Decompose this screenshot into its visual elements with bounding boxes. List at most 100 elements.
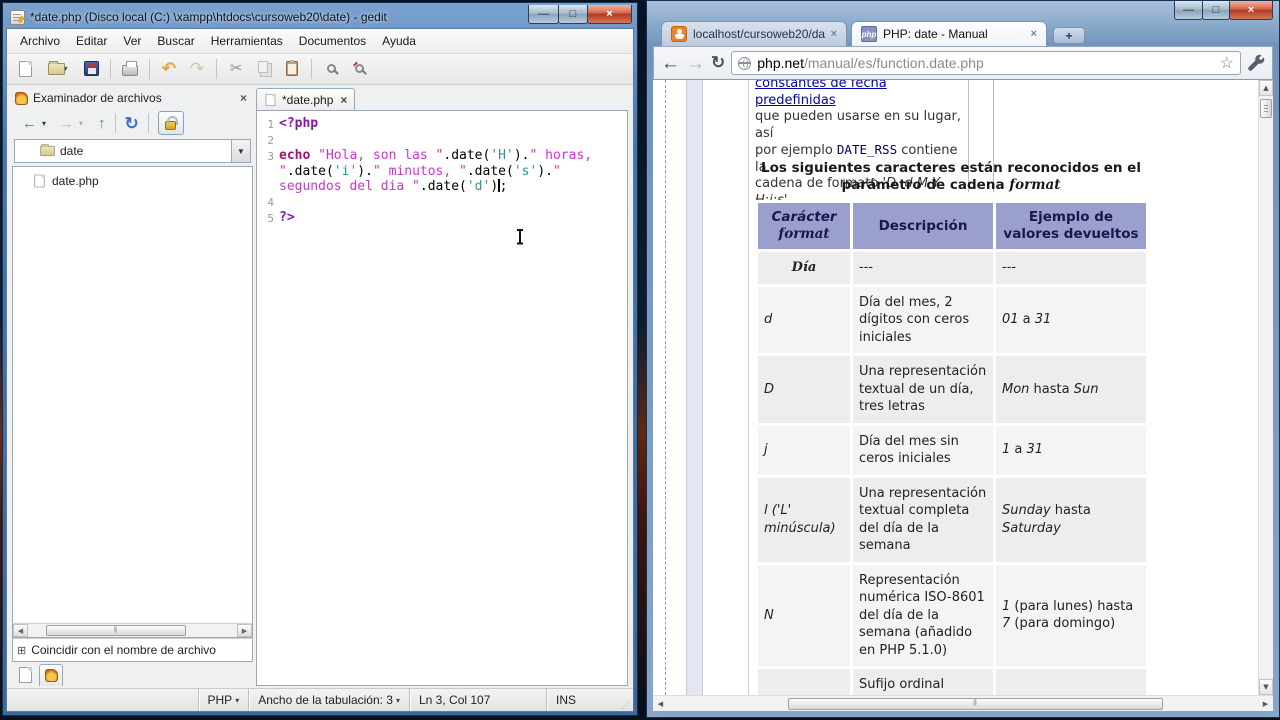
- reload-button[interactable]: ↻: [711, 53, 725, 73]
- match-filename-row[interactable]: ⊞ Coincidir con el nombre de archivo: [12, 638, 253, 662]
- language-dropdown-arrow: ▾: [235, 695, 240, 705]
- gedit-titlebar[interactable]: *date.php (Disco local (C:) \xampp\htdoc…: [6, 5, 634, 28]
- tab-title: localhost/cursoweb20/date: [693, 27, 825, 41]
- table-row: d Día del mes, 2 dígitos con ceros inicia…: [758, 286, 1146, 353]
- code-token: echo: [279, 148, 311, 163]
- header-ejemplo: Ejemplo de valores devueltos: [996, 203, 1146, 249]
- xampp-favicon-icon: [671, 26, 687, 42]
- menu-buscar[interactable]: Buscar: [150, 32, 201, 50]
- desktop: *date.php (Disco local (C:) \xampp\htdoc…: [0, 0, 1280, 720]
- save-button[interactable]: [79, 57, 103, 80]
- cell-descripcion: Día del mes, 2 dígitos con ceros inicial…: [853, 286, 993, 353]
- file-browser-header: Examinador de archivos ×: [12, 87, 253, 109]
- copy-button[interactable]: [252, 57, 276, 80]
- scroll-left-arrow[interactable]: ◀: [653, 696, 668, 711]
- menu-documentos[interactable]: Documentos: [292, 32, 373, 50]
- forward-button[interactable]: →: [686, 54, 705, 73]
- back-button[interactable]: ←: [22, 116, 37, 131]
- code-token: 's': [513, 164, 538, 179]
- text-editor[interactable]: 1 <?php 2 3 echo "Hola, son las ".date('H').…: [256, 110, 628, 686]
- expander-icon[interactable]: ⊞: [17, 644, 26, 657]
- tab-close-icon[interactable]: ×: [1031, 28, 1037, 40]
- panel-close-icon[interactable]: ×: [237, 91, 250, 105]
- location-dropdown-button[interactable]: ▼: [231, 140, 250, 162]
- document-tab[interactable]: *date.php ×: [256, 88, 356, 110]
- tab-close-icon[interactable]: ×: [831, 28, 837, 40]
- line-number: 1: [267, 118, 274, 131]
- code-text: ".date('i')." minutos, ".date('s').": [279, 164, 561, 179]
- menu-ver[interactable]: Ver: [116, 32, 148, 50]
- cell-caracter: D: [758, 356, 850, 423]
- forward-button[interactable]: →: [59, 116, 74, 131]
- back-button[interactable]: ←: [661, 54, 680, 73]
- documents-panel-tab[interactable]: [13, 664, 37, 686]
- scrollbar-thumb[interactable]: [1260, 99, 1272, 118]
- file-browser-icon: [15, 91, 28, 105]
- bookmark-star-icon[interactable]: ☆: [1220, 53, 1234, 73]
- undo-button[interactable]: ↶: [157, 57, 181, 80]
- paste-button[interactable]: [280, 57, 304, 80]
- line-number: [257, 164, 279, 179]
- menu-herramientas[interactable]: Herramientas: [204, 32, 290, 50]
- code-line: 5 ?>: [257, 210, 627, 226]
- lock-root-button[interactable]: [157, 111, 184, 135]
- scrollbar-thumb[interactable]: [46, 625, 186, 636]
- panel-horizontal-scrollbar[interactable]: ◀ ▶: [12, 623, 253, 638]
- language-selector[interactable]: PHP ▾: [197, 689, 249, 711]
- file-list-item[interactable]: date.php: [13, 171, 252, 191]
- cell-caracter: N: [758, 564, 850, 666]
- address-bar[interactable]: php.net/manual/es/function.date.php ☆: [731, 51, 1241, 75]
- print-button[interactable]: [118, 57, 142, 80]
- maximize-button[interactable]: □: [558, 5, 588, 24]
- minimize-button[interactable]: —: [528, 5, 559, 24]
- up-button[interactable]: ↑: [98, 116, 106, 131]
- code-token: 'i': [333, 164, 358, 179]
- refresh-button[interactable]: ↻: [125, 115, 139, 132]
- folder-icon: [40, 144, 55, 157]
- table-row: D Una representación textual de un día, t…: [758, 356, 1146, 423]
- tab-width-selector[interactable]: Ancho de la tabulación: 3 ▾: [248, 689, 409, 711]
- scrollbar-thumb[interactable]: [788, 697, 1163, 710]
- vertical-scrollbar[interactable]: ▲ ▼: [1258, 80, 1273, 695]
- scroll-down-arrow[interactable]: ▼: [1259, 679, 1273, 695]
- location-combobox[interactable]: date ▼: [14, 139, 251, 163]
- resize-grip[interactable]: ⋰: [621, 700, 633, 711]
- maximize-button[interactable]: □: [1202, 1, 1230, 20]
- code-token: ).: [357, 164, 373, 179]
- cut-button[interactable]: ✂: [224, 57, 248, 80]
- new-document-button[interactable]: [13, 57, 37, 80]
- location-value: date: [60, 144, 84, 158]
- scroll-up-arrow[interactable]: ▲: [1259, 80, 1273, 96]
- close-button[interactable]: ×: [1229, 1, 1273, 20]
- cell-descripcion: Una representación textual completa del …: [853, 477, 993, 562]
- url-text[interactable]: php.net/manual/es/function.date.php: [757, 55, 1213, 71]
- code-text: <?php: [279, 116, 318, 132]
- menu-ayuda[interactable]: Ayuda: [375, 32, 423, 50]
- wrench-menu-icon[interactable]: [1247, 54, 1265, 72]
- minimize-button[interactable]: —: [1174, 1, 1203, 20]
- predefined-constants-link[interactable]: constantes de fecha predefinidas: [755, 80, 887, 108]
- tab-close-icon[interactable]: ×: [340, 93, 347, 107]
- scroll-right-arrow[interactable]: ▶: [1258, 696, 1273, 711]
- menu-archivo[interactable]: Archivo: [13, 32, 67, 50]
- code-token: 'H': [490, 148, 514, 163]
- tab-localhost[interactable]: localhost/cursoweb20/date ×: [661, 21, 847, 46]
- redo-button[interactable]: ↷: [185, 57, 209, 80]
- lock-icon: [165, 116, 179, 130]
- horizontal-scrollbar[interactable]: ◀ ▶: [653, 695, 1273, 711]
- back-dropdown-arrow[interactable]: ▾: [40, 119, 48, 128]
- new-tab-button[interactable]: +: [1053, 27, 1085, 44]
- menu-editar[interactable]: Editar: [69, 32, 114, 50]
- search-button[interactable]: [319, 57, 343, 80]
- close-button[interactable]: ×: [587, 5, 632, 24]
- tab-php-manual[interactable]: php PHP: date - Manual ×: [851, 21, 1047, 46]
- code-token: ?>: [279, 210, 295, 225]
- header-caracter: Carácter format: [758, 203, 850, 249]
- scroll-left-arrow[interactable]: ◀: [13, 624, 28, 637]
- line-number: 2: [267, 134, 274, 147]
- forward-dropdown-arrow[interactable]: ▾: [77, 119, 85, 128]
- file-browser-panel-tab[interactable]: [39, 664, 63, 686]
- scroll-right-arrow[interactable]: ▶: [237, 624, 252, 637]
- open-button[interactable]: ▾: [41, 57, 75, 80]
- search-replace-button[interactable]: [347, 57, 371, 80]
